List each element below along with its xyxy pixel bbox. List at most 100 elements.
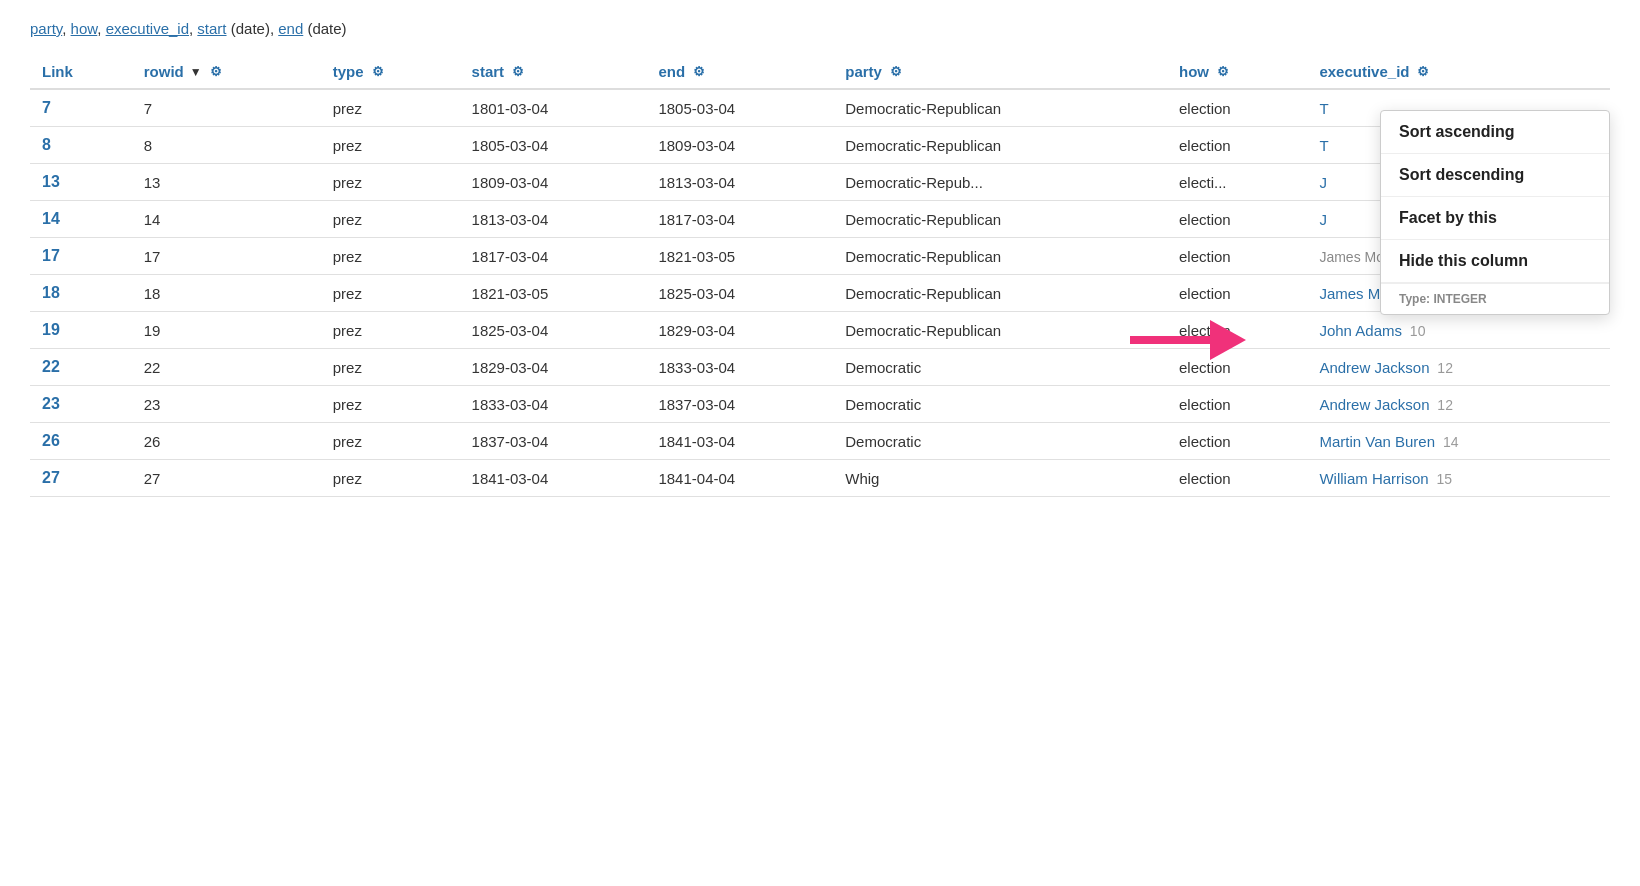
data-table: Link rowid ▼ ⚙ type ⚙	[30, 55, 1610, 497]
cell-how: electi...	[1167, 164, 1307, 201]
col-start[interactable]: start ⚙	[460, 55, 647, 89]
row-link[interactable]: 26	[42, 432, 60, 449]
executive-link[interactable]: Andrew Jackson	[1319, 359, 1429, 376]
cell-link: 23	[30, 386, 132, 423]
cell-start: 1841-03-04	[460, 460, 647, 497]
col-rowid[interactable]: rowid ▼ ⚙	[132, 55, 321, 89]
cell-party: Democratic-Republican	[833, 238, 1167, 275]
row-link[interactable]: 18	[42, 284, 60, 301]
row-link[interactable]: 27	[42, 469, 60, 486]
cell-link: 7	[30, 89, 132, 127]
cell-type: prez	[321, 460, 460, 497]
cell-rowid: 13	[132, 164, 321, 201]
facet-start-link[interactable]: start	[197, 20, 226, 37]
col-type[interactable]: type ⚙	[321, 55, 460, 89]
cell-how: election	[1167, 275, 1307, 312]
cell-link: 13	[30, 164, 132, 201]
cell-type: prez	[321, 312, 460, 349]
row-link[interactable]: 23	[42, 395, 60, 412]
cell-rowid: 14	[132, 201, 321, 238]
cell-type: prez	[321, 349, 460, 386]
table-row: 1919prez1825-03-041829-03-04Democratic-R…	[30, 312, 1610, 349]
cell-end: 1837-03-04	[646, 386, 833, 423]
col-party[interactable]: party ⚙	[833, 55, 1167, 89]
cell-how: election	[1167, 238, 1307, 275]
cell-rowid: 8	[132, 127, 321, 164]
type-gear-icon[interactable]: ⚙	[372, 64, 384, 79]
col-executive_id[interactable]: executive_id ⚙ Sort ascending Sort desce…	[1307, 55, 1610, 89]
cell-link: 18	[30, 275, 132, 312]
cell-end: 1841-04-04	[646, 460, 833, 497]
party-gear-icon[interactable]: ⚙	[890, 64, 902, 79]
exec-id-number: 12	[1433, 397, 1452, 413]
cell-how: election	[1167, 349, 1307, 386]
cell-link: 22	[30, 349, 132, 386]
row-link[interactable]: 7	[42, 99, 51, 116]
sort-ascending-item[interactable]: Sort ascending	[1381, 111, 1609, 154]
cell-type: prez	[321, 275, 460, 312]
row-link[interactable]: 13	[42, 173, 60, 190]
table-row: 1414prez1813-03-041817-03-04Democratic-R…	[30, 201, 1610, 238]
cell-executive_id: Martin Van Buren 14	[1307, 423, 1610, 460]
cell-rowid: 19	[132, 312, 321, 349]
facet-executive_id-link[interactable]: executive_id	[106, 20, 189, 37]
rowid-gear-icon[interactable]: ⚙	[210, 64, 222, 79]
cell-start: 1829-03-04	[460, 349, 647, 386]
cell-rowid: 17	[132, 238, 321, 275]
cell-party: Democratic-Republican	[833, 89, 1167, 127]
executive-link[interactable]: William Harrison	[1319, 470, 1428, 487]
row-link[interactable]: 17	[42, 247, 60, 264]
how-gear-icon[interactable]: ⚙	[1217, 64, 1229, 79]
sort-descending-item[interactable]: Sort descending	[1381, 154, 1609, 197]
cell-how: election	[1167, 312, 1307, 349]
facet-end-link[interactable]: end	[278, 20, 303, 37]
facet-party-link[interactable]: party	[30, 20, 62, 37]
exec-id-number: 15	[1433, 471, 1452, 487]
cell-rowid: 26	[132, 423, 321, 460]
row-link[interactable]: 22	[42, 358, 60, 375]
facet-by-this-item[interactable]: Facet by this	[1381, 197, 1609, 240]
cell-party: Democratic	[833, 423, 1167, 460]
table-header-row: Link rowid ▼ ⚙ type ⚙	[30, 55, 1610, 89]
table-row: 88prez1805-03-041809-03-04Democratic-Rep…	[30, 127, 1610, 164]
cell-rowid: 18	[132, 275, 321, 312]
col-rowid-label: rowid	[144, 63, 184, 80]
cell-link: 19	[30, 312, 132, 349]
cell-link: 26	[30, 423, 132, 460]
row-link[interactable]: 8	[42, 136, 51, 153]
end-gear-icon[interactable]: ⚙	[693, 64, 705, 79]
cell-end: 1809-03-04	[646, 127, 833, 164]
cell-type: prez	[321, 127, 460, 164]
executive-link[interactable]: Andrew Jackson	[1319, 396, 1429, 413]
cell-end: 1805-03-04	[646, 89, 833, 127]
start-gear-icon[interactable]: ⚙	[512, 64, 524, 79]
cell-start: 1817-03-04	[460, 238, 647, 275]
cell-executive_id: Andrew Jackson 12	[1307, 349, 1610, 386]
column-dropdown-menu: Sort ascending Sort descending Facet by …	[1380, 110, 1610, 315]
col-link-label: Link	[42, 63, 73, 80]
executive-link[interactable]: Martin Van Buren	[1319, 433, 1435, 450]
col-how[interactable]: how ⚙	[1167, 55, 1307, 89]
cell-party: Democratic-Republican	[833, 275, 1167, 312]
cell-party: Democratic-Republican	[833, 201, 1167, 238]
cell-party: Democratic-Repub...	[833, 164, 1167, 201]
executive-link[interactable]: John Adams	[1319, 322, 1402, 339]
col-end-label: end	[658, 63, 685, 80]
executive_id-gear-icon[interactable]: ⚙	[1417, 64, 1429, 79]
hide-column-item[interactable]: Hide this column	[1381, 240, 1609, 283]
table-row: 2727prez1841-03-041841-04-04Whigelection…	[30, 460, 1610, 497]
col-end[interactable]: end ⚙	[646, 55, 833, 89]
suggested-facets-bar: party, how, executive_id, start (date), …	[30, 20, 1610, 37]
row-link[interactable]: 19	[42, 321, 60, 338]
row-link[interactable]: 14	[42, 210, 60, 227]
cell-how: election	[1167, 423, 1307, 460]
cell-link: 27	[30, 460, 132, 497]
cell-executive_id: John Adams 10	[1307, 312, 1610, 349]
cell-end: 1817-03-04	[646, 201, 833, 238]
exec-id-number: 10	[1406, 323, 1425, 339]
cell-start: 1809-03-04	[460, 164, 647, 201]
table-row: 1313prez1809-03-041813-03-04Democratic-R…	[30, 164, 1610, 201]
cell-end: 1813-03-04	[646, 164, 833, 201]
facet-how-link[interactable]: how	[71, 20, 98, 37]
table-row: 2222prez1829-03-041833-03-04Democraticel…	[30, 349, 1610, 386]
